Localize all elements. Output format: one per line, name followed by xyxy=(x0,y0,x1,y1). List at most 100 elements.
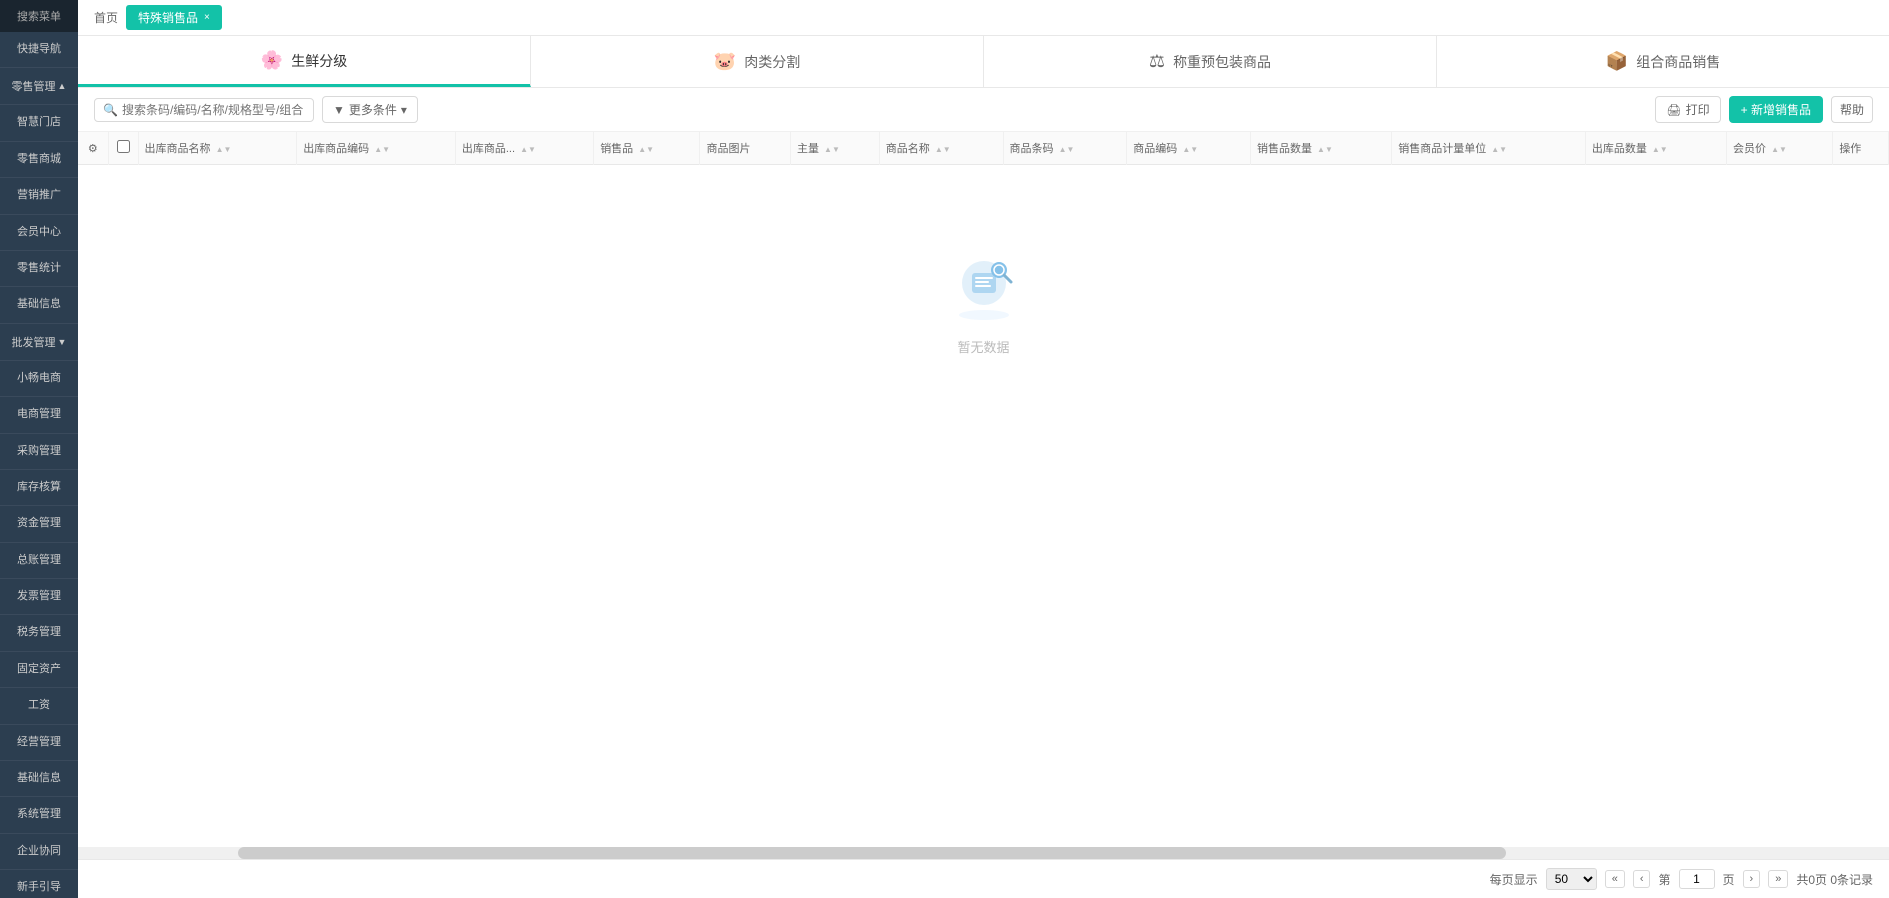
per-page-select[interactable]: 50 10 20 100 xyxy=(1546,868,1597,890)
sort-icon: ▲▼ xyxy=(1182,145,1198,154)
toolbar-left: 🔍 ▼ 更多条件 ▾ xyxy=(94,96,418,123)
col-sales-qty[interactable]: 销售品数量 ▲▼ xyxy=(1250,132,1391,165)
sidebar-item-retail-mall[interactable]: 零售商城 xyxy=(0,142,78,178)
meat-cut-icon: 🐷 xyxy=(714,51,736,72)
home-tab[interactable]: 首页 xyxy=(94,9,118,26)
filter-button[interactable]: ▼ 更多条件 ▾ xyxy=(322,96,418,123)
sidebar-item-smart-store[interactable]: 智慧门店 xyxy=(0,105,78,141)
empty-state-illustration xyxy=(944,245,1024,325)
col-main-qty[interactable]: 主量 ▲▼ xyxy=(790,132,879,165)
sidebar-item-ops-mgmt[interactable]: 经营管理 xyxy=(0,725,78,761)
active-tab-label: 特殊销售品 xyxy=(138,9,198,26)
col-checkbox[interactable] xyxy=(108,132,138,165)
combo-icon: 📦 xyxy=(1606,51,1628,72)
sidebar-item-retail-stats[interactable]: 零售统计 xyxy=(0,251,78,287)
tab-weight-pack[interactable]: ⚖ 称重预包装商品 xyxy=(984,36,1437,87)
sidebar-item-fixed-assets[interactable]: 固定资产 xyxy=(0,652,78,688)
col-out-spec[interactable]: 出库商品... ▲▼ xyxy=(455,132,593,165)
sidebar-item-finance-mgmt[interactable]: 资金管理 xyxy=(0,506,78,542)
content-area: 🌸 生鲜分级 🐷 肉类分割 ⚖ 称重预包装商品 📦 组合商品销售 🔍 xyxy=(78,36,1889,898)
filter-icon: ▼ xyxy=(333,103,345,117)
empty-text: 暂无数据 xyxy=(957,337,1009,356)
page-suffix: 页 xyxy=(1723,871,1735,888)
col-settings[interactable]: ⚙ xyxy=(78,132,108,165)
pagination: 每页显示 50 10 20 100 « ‹ 第 页 › » 共0页 0条记录 xyxy=(78,859,1889,898)
col-action: 操作 xyxy=(1833,132,1889,165)
search-icon: 🔍 xyxy=(103,103,118,117)
new-product-button[interactable]: + 新增销售品 xyxy=(1729,96,1823,123)
sort-icon: ▲▼ xyxy=(638,145,654,154)
total-records: 共0页 0条记录 xyxy=(1796,871,1873,888)
col-out-name[interactable]: 出库商品名称 ▲▼ xyxy=(138,132,297,165)
sidebar-item-basic-info2[interactable]: 基础信息 xyxy=(0,761,78,797)
close-tab-icon[interactable]: × xyxy=(204,12,210,23)
sidebar-item-wholesale-mgmt[interactable]: 批发管理 ▼ xyxy=(0,324,78,361)
sidebar-item-purchase-mgmt[interactable]: 采购管理 xyxy=(0,434,78,470)
col-barcode[interactable]: 商品条码 ▲▼ xyxy=(1003,132,1127,165)
sidebar-item-basic-info[interactable]: 基础信息 xyxy=(0,287,78,323)
sidebar-item-salary[interactable]: 工资 xyxy=(0,688,78,724)
print-button[interactable]: 🖨 打印 xyxy=(1655,96,1720,123)
toolbar: 🔍 ▼ 更多条件 ▾ 🖨 打印 + 新增销售品 帮助 xyxy=(78,88,1889,132)
sidebar-item-enterprise[interactable]: 企业协同 xyxy=(0,834,78,870)
table-container: ⚙ 出库商品名称 ▲▼ 出库商品编码 ▲▼ 出库商品... ▲▼ xyxy=(78,132,1889,847)
active-tab[interactable]: 特殊销售品 × xyxy=(126,5,222,30)
sidebar-item-tax-mgmt[interactable]: 税务管理 xyxy=(0,615,78,651)
filter-label: 更多条件 xyxy=(349,101,397,118)
col-member-price[interactable]: 会员价 ▲▼ xyxy=(1727,132,1833,165)
sidebar-item-sales-promo[interactable]: 营销推广 xyxy=(0,178,78,214)
sidebar-item-retail-mgmt[interactable]: 零售管理 ▲ xyxy=(0,68,78,105)
next-page-button[interactable]: › xyxy=(1743,870,1761,888)
tab-combo[interactable]: 📦 组合商品销售 xyxy=(1437,36,1889,87)
prev-page-button[interactable]: ‹ xyxy=(1633,870,1651,888)
sort-icon: ▲▼ xyxy=(216,145,232,154)
new-product-label: + 新增销售品 xyxy=(1741,101,1811,118)
fresh-grade-icon: 🌸 xyxy=(261,50,283,71)
sidebar-item-quick-nav[interactable]: 快捷导航 xyxy=(0,32,78,68)
table-header: ⚙ 出库商品名称 ▲▼ 出库商品编码 ▲▼ 出库商品... ▲▼ xyxy=(78,132,1889,165)
sidebar-item-system-mgmt[interactable]: 系统管理 xyxy=(0,797,78,833)
sidebar-item-ecom-mgmt[interactable]: 电商管理 xyxy=(0,397,78,433)
sidebar-item-new-guide[interactable]: 新手引导 xyxy=(0,870,78,898)
sidebar-item-general-ledger[interactable]: 总账管理 xyxy=(0,543,78,579)
horizontal-scrollbar[interactable] xyxy=(78,847,1889,859)
select-all-checkbox[interactable] xyxy=(117,140,130,153)
search-input[interactable] xyxy=(122,103,305,117)
tab-fresh-grade[interactable]: 🌸 生鲜分级 xyxy=(78,36,531,87)
sort-icon: ▲▼ xyxy=(1317,145,1333,154)
sort-icon: ▲▼ xyxy=(1652,145,1668,154)
category-tabs: 🌸 生鲜分级 🐷 肉类分割 ⚖ 称重预包装商品 📦 组合商品销售 xyxy=(78,36,1889,88)
chevron-icon: ▲ xyxy=(58,81,67,91)
col-goods-code[interactable]: 商品编码 ▲▼ xyxy=(1127,132,1251,165)
sort-icon: ▲▼ xyxy=(374,145,390,154)
first-page-button[interactable]: « xyxy=(1605,870,1625,888)
sidebar-item-inventory[interactable]: 库存核算 xyxy=(0,470,78,506)
filter-chevron-icon: ▾ xyxy=(401,103,407,117)
search-box[interactable]: 🔍 xyxy=(94,98,314,122)
page-label: 第 xyxy=(1658,871,1670,888)
sidebar-item-member-center[interactable]: 会员中心 xyxy=(0,215,78,251)
topbar: 首页 特殊销售品 × xyxy=(78,0,1889,36)
tab-meat-cut-label: 肉类分割 xyxy=(744,52,800,72)
tab-combo-label: 组合商品销售 xyxy=(1636,52,1720,72)
sort-icon: ▲▼ xyxy=(935,145,951,154)
col-out-qty[interactable]: 出库品数量 ▲▼ xyxy=(1585,132,1726,165)
page-number-input[interactable] xyxy=(1679,869,1715,889)
sort-icon: ▲▼ xyxy=(824,145,840,154)
sort-icon: ▲▼ xyxy=(1491,145,1507,154)
tab-meat-cut[interactable]: 🐷 肉类分割 xyxy=(531,36,984,87)
sidebar-item-invoice-mgmt[interactable]: 发票管理 xyxy=(0,579,78,615)
col-out-code[interactable]: 出库商品编码 ▲▼ xyxy=(297,132,456,165)
print-icon: 🖨 xyxy=(1666,103,1681,117)
col-goods-name[interactable]: 商品名称 ▲▼ xyxy=(879,132,1003,165)
col-sales-item[interactable]: 销售品 ▲▼ xyxy=(594,132,700,165)
col-sales-unit[interactable]: 销售商品计量单位 ▲▼ xyxy=(1392,132,1586,165)
scrollbar-thumb[interactable] xyxy=(238,847,1506,859)
data-table: ⚙ 出库商品名称 ▲▼ 出库商品编码 ▲▼ 出库商品... ▲▼ xyxy=(78,132,1889,165)
sidebar-logo[interactable]: 搜索菜单 xyxy=(0,0,78,32)
col-img[interactable]: 商品图片 xyxy=(700,132,791,165)
help-button[interactable]: 帮助 xyxy=(1831,96,1873,123)
sidebar-item-mini-ecom[interactable]: 小畅电商 xyxy=(0,361,78,397)
toolbar-right: 🖨 打印 + 新增销售品 帮助 xyxy=(1655,96,1873,123)
last-page-button[interactable]: » xyxy=(1768,870,1788,888)
